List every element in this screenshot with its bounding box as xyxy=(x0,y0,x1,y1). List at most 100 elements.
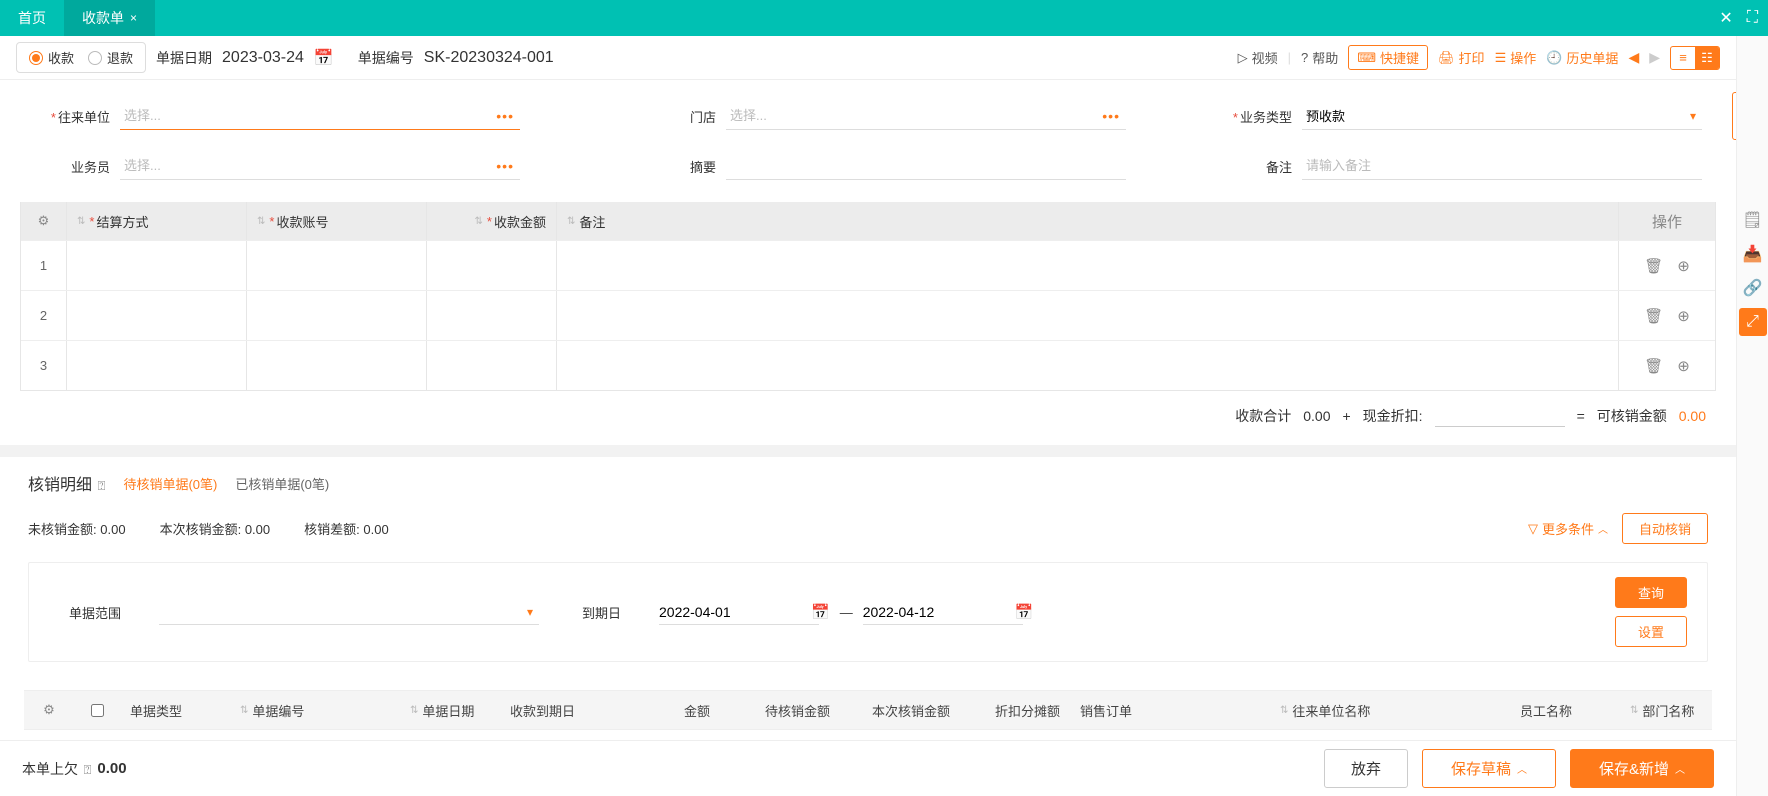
sort-icon[interactable]: ⇅ xyxy=(1280,705,1288,716)
select-all-checkbox[interactable] xyxy=(91,704,104,717)
totals-bar: 收款合计 0.00 + 现金折扣: = 可核销金额 0.00 xyxy=(0,391,1736,445)
filter-box: 单据范围 ▾ 到期日 📅 — 📅 查询 设置 xyxy=(28,562,1708,662)
filter-settings-button[interactable]: 设置 xyxy=(1615,616,1687,647)
section-divider xyxy=(0,445,1736,457)
shortcut-button[interactable]: ⌨快捷键 xyxy=(1348,45,1428,70)
cell-remark[interactable] xyxy=(557,241,1619,290)
lookup-icon[interactable]: ••• xyxy=(1102,108,1120,124)
sort-icon[interactable]: ⇅ xyxy=(475,216,483,227)
add-row-icon[interactable]: ⊕ xyxy=(1677,357,1690,375)
sort-icon[interactable]: ⇅ xyxy=(1630,705,1638,716)
cell-method[interactable] xyxy=(67,241,247,290)
billno-label: 单据编号 xyxy=(358,48,414,68)
chevron-up-icon: ︿ xyxy=(1517,761,1527,776)
sort-icon[interactable]: ⇅ xyxy=(77,216,85,227)
add-row-icon[interactable]: ⊕ xyxy=(1677,257,1690,275)
cell-amount[interactable] xyxy=(427,241,557,290)
grid-row[interactable]: 1 🗑⊕ xyxy=(21,240,1715,290)
delete-row-icon[interactable]: 🗑 xyxy=(1644,357,1663,375)
tab-done[interactable]: 已核销单据(0笔) xyxy=(235,474,329,493)
video-link[interactable]: ▷视频 xyxy=(1238,48,1278,67)
sort-icon[interactable]: ⇅ xyxy=(410,705,418,716)
tab-pending[interactable]: 待核销单据(0笔) xyxy=(123,474,217,493)
grid-row[interactable]: 3 🗑⊕ xyxy=(21,340,1715,390)
form-area: *往来单位 ••• 门店 ••• *业务类型 ▾ xyxy=(0,80,1736,198)
calendar-icon[interactable]: 📅 xyxy=(811,603,830,621)
save-new-button[interactable]: 保存&新增︿ xyxy=(1570,749,1714,788)
prev-arrow-icon[interactable]: ◀ xyxy=(1628,49,1639,66)
help-icon[interactable]: ⍰ xyxy=(94,478,105,493)
dock-link-icon[interactable]: 🔗 xyxy=(1739,274,1767,302)
lookup-icon[interactable]: ••• xyxy=(496,158,514,174)
date-label: 单据日期 xyxy=(156,48,212,68)
range-input[interactable] xyxy=(159,599,539,625)
tab-receipt[interactable]: 收款单 × xyxy=(64,0,155,36)
summary-input[interactable] xyxy=(726,152,1126,180)
cell-amount[interactable] xyxy=(427,291,557,340)
chevron-down-icon[interactable]: ▾ xyxy=(1690,109,1696,123)
dock-inbox-icon[interactable]: 📥 xyxy=(1739,240,1767,268)
dock-expand-icon[interactable]: ⤢ xyxy=(1739,308,1767,336)
grid-row[interactable]: 2 🗑⊕ xyxy=(21,290,1715,340)
help-link[interactable]: ?帮助 xyxy=(1301,48,1338,67)
cell-remark[interactable] xyxy=(557,341,1619,390)
delete-row-icon[interactable]: 🗑 xyxy=(1644,257,1663,275)
auto-writeoff-button[interactable]: 自动核销 xyxy=(1622,513,1708,544)
cell-amount[interactable] xyxy=(427,341,557,390)
billno-value: SK-20230324-001 xyxy=(424,49,554,67)
salesman-input[interactable] xyxy=(120,152,520,180)
date-from-input[interactable] xyxy=(659,599,819,625)
dock-note-icon[interactable]: 🗒 xyxy=(1739,206,1767,234)
radio-refund[interactable]: 退款 xyxy=(88,48,133,67)
date-value[interactable]: 2023-03-24 xyxy=(222,49,304,67)
help-icon[interactable]: ⍰ xyxy=(80,762,91,777)
col-this: 本次核销金额 xyxy=(872,701,950,720)
col-dept: 部门名称 xyxy=(1642,701,1694,720)
save-draft-button[interactable]: 保存草稿︿ xyxy=(1422,749,1556,788)
cell-account[interactable] xyxy=(247,241,427,290)
cell-remark[interactable] xyxy=(557,291,1619,340)
col-order: 销售订单 xyxy=(1080,701,1132,720)
calendar-icon[interactable]: 📅 xyxy=(1015,603,1034,621)
cell-account[interactable] xyxy=(247,291,427,340)
remark-label: 备注 xyxy=(1266,160,1292,175)
delete-row-icon[interactable]: 🗑 xyxy=(1644,307,1663,325)
tab-close-icon[interactable]: × xyxy=(130,11,137,25)
next-arrow-icon[interactable]: ▶ xyxy=(1649,49,1660,66)
cell-method[interactable] xyxy=(67,291,247,340)
unreconciled-label: 未核销金额: xyxy=(28,522,97,537)
calendar-icon[interactable]: 📅 xyxy=(314,48,334,68)
print-link[interactable]: 🖨打印 xyxy=(1438,48,1485,67)
sort-icon[interactable]: ⇅ xyxy=(257,216,265,227)
query-button[interactable]: 查询 xyxy=(1615,577,1687,608)
sort-icon[interactable]: ⇅ xyxy=(240,705,248,716)
radio-receive[interactable]: 收款 xyxy=(29,48,74,67)
tab-home[interactable]: 首页 xyxy=(0,0,64,36)
biztype-input[interactable] xyxy=(1302,102,1702,130)
radio-refund-label: 退款 xyxy=(107,48,133,67)
col-ops: 操作 xyxy=(1619,202,1715,240)
partner-input[interactable] xyxy=(120,102,520,130)
history-link[interactable]: 🕘历史单据 xyxy=(1546,48,1618,67)
cell-account[interactable] xyxy=(247,341,427,390)
view-list-icon[interactable]: ≡ xyxy=(1671,47,1695,69)
operate-link[interactable]: ☰操作 xyxy=(1495,48,1537,67)
grid-gear-icon[interactable]: ⚙ xyxy=(21,202,67,240)
store-input[interactable] xyxy=(726,102,1126,130)
view-detail-icon[interactable]: ☷ xyxy=(1695,47,1719,69)
add-row-icon[interactable]: ⊕ xyxy=(1677,307,1690,325)
lookup-icon[interactable]: ••• xyxy=(496,108,514,124)
discount-input[interactable] xyxy=(1435,405,1565,427)
window-expand-icon[interactable]: ⛶ xyxy=(1747,9,1758,27)
more-conditions[interactable]: ▽更多条件 ︿ xyxy=(1528,519,1608,538)
discard-button[interactable]: 放弃 xyxy=(1324,749,1408,788)
remark-input[interactable] xyxy=(1302,152,1702,180)
cell-method[interactable] xyxy=(67,341,247,390)
col-amount: 收款金额 xyxy=(494,212,546,231)
chevron-down-icon[interactable]: ▾ xyxy=(527,605,533,619)
sort-icon[interactable]: ⇅ xyxy=(567,216,575,227)
date-to-input[interactable] xyxy=(863,599,1023,625)
window-close-icon[interactable]: ✕ xyxy=(1719,8,1732,28)
grid2-gear-icon[interactable]: ⚙ xyxy=(24,691,74,729)
col-partner: 往来单位名称 xyxy=(1292,701,1370,720)
